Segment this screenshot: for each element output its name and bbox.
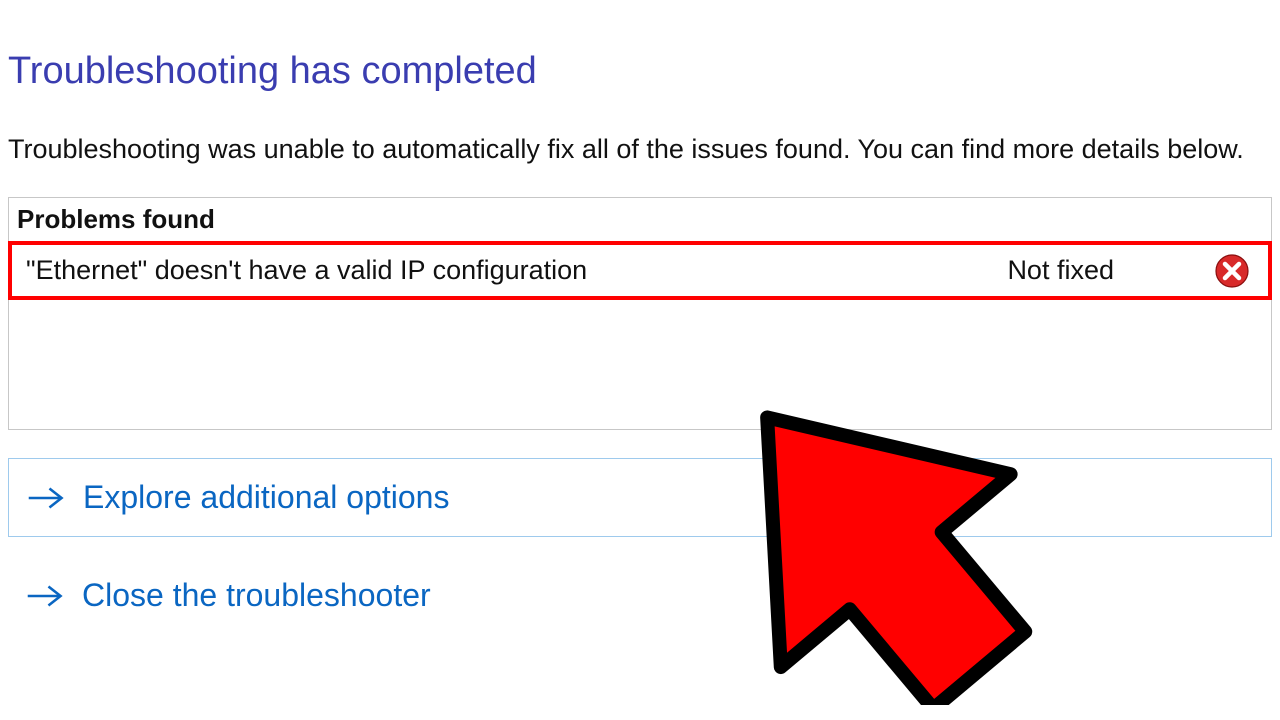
explore-options-label: Explore additional options <box>83 479 449 516</box>
arrow-right-icon <box>26 582 64 610</box>
close-troubleshooter-label: Close the troubleshooter <box>82 577 431 614</box>
annotation-arrow-icon <box>680 385 1060 705</box>
problem-row[interactable]: "Ethernet" doesn't have a valid IP confi… <box>8 241 1272 300</box>
problems-empty-area <box>9 299 1271 429</box>
problems-found-box: Problems found "Ethernet" doesn't have a… <box>8 197 1272 430</box>
arrow-right-icon <box>27 484 65 512</box>
problems-header: Problems found <box>9 198 1271 242</box>
page-title: Troubleshooting has completed <box>8 50 1272 93</box>
explore-options-button[interactable]: Explore additional options <box>8 458 1272 537</box>
problem-status: Not fixed <box>1007 255 1114 286</box>
page-description: Troubleshooting was unable to automatica… <box>8 131 1272 167</box>
close-troubleshooter-button[interactable]: Close the troubleshooter <box>8 565 1272 614</box>
problem-text: "Ethernet" doesn't have a valid IP confi… <box>26 255 1007 286</box>
error-icon <box>1214 253 1250 289</box>
